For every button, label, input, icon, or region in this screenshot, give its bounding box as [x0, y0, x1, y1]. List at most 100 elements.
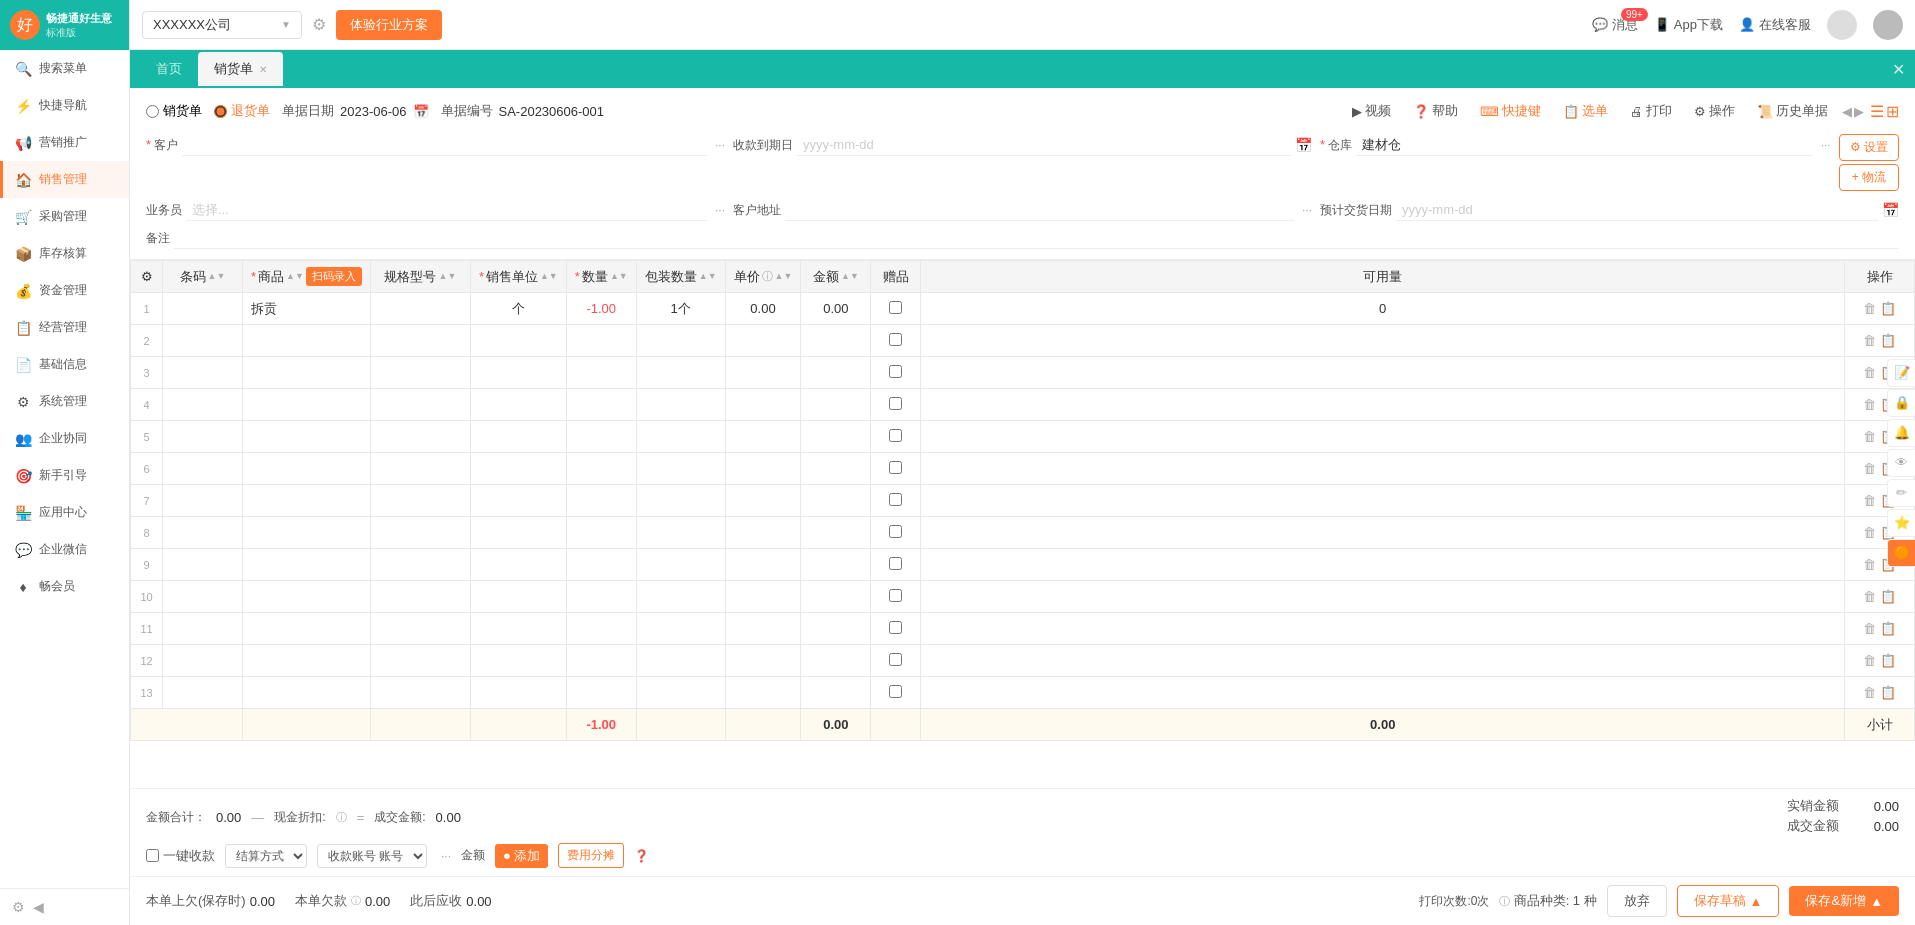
- avatar[interactable]: [1827, 10, 1857, 40]
- online-service-item[interactable]: 👤 在线客服: [1739, 16, 1811, 34]
- radio-sale-input[interactable]: [146, 105, 159, 118]
- cell-qty-8[interactable]: [566, 549, 636, 581]
- cell-barcode-3[interactable]: [163, 389, 243, 421]
- cell-qty-1[interactable]: [566, 325, 636, 357]
- cell-barcode-0[interactable]: [163, 293, 243, 325]
- avatar2[interactable]: [1873, 10, 1903, 40]
- cell-spec-9[interactable]: [370, 581, 470, 613]
- cell-gift-7[interactable]: [871, 517, 921, 549]
- delete-icon-2[interactable]: 🗑: [1863, 365, 1876, 380]
- gift-checkbox-8[interactable]: [889, 557, 902, 570]
- cell-price-1[interactable]: [725, 325, 801, 357]
- cell-price-10[interactable]: [725, 613, 801, 645]
- discount-info-icon[interactable]: ⓘ: [336, 810, 347, 825]
- scan-button[interactable]: 扫码录入: [306, 267, 362, 286]
- gift-checkbox-5[interactable]: [889, 461, 902, 474]
- cell-barcode-10[interactable]: [163, 613, 243, 645]
- delete-icon-7[interactable]: 🗑: [1863, 525, 1876, 540]
- logistics-button[interactable]: + 物流: [1839, 164, 1899, 191]
- cell-qty-0[interactable]: -1.00: [566, 293, 636, 325]
- gift-checkbox-2[interactable]: [889, 365, 902, 378]
- salesperson-input[interactable]: [186, 199, 707, 221]
- cell-gift-1[interactable]: [871, 325, 921, 357]
- list-view-icon[interactable]: ☰: [1870, 102, 1884, 121]
- add-payment-button[interactable]: ● 添加: [495, 844, 548, 868]
- cell-qty-12[interactable]: [566, 677, 636, 709]
- cell-gift-12[interactable]: [871, 677, 921, 709]
- product-type-icon[interactable]: ⓘ: [1499, 895, 1510, 907]
- history-debt-help-icon[interactable]: ⓘ: [351, 894, 361, 908]
- cell-barcode-7[interactable]: [163, 517, 243, 549]
- delete-icon-1[interactable]: 🗑: [1863, 333, 1876, 348]
- cell-spec-6[interactable]: [370, 485, 470, 517]
- sidebar-item-1[interactable]: ⚡快捷导航: [0, 87, 129, 124]
- company-selector[interactable]: XXXXXX公司 ▼: [142, 11, 302, 39]
- cell-gift-3[interactable]: [871, 389, 921, 421]
- warehouse-input[interactable]: [1356, 134, 1812, 156]
- delete-icon-10[interactable]: 🗑: [1863, 621, 1876, 636]
- gift-checkbox-0[interactable]: [889, 301, 902, 314]
- delete-icon-11[interactable]: 🗑: [1863, 653, 1876, 668]
- delivery-date-input[interactable]: [1396, 199, 1878, 221]
- cell-barcode-9[interactable]: [163, 581, 243, 613]
- sidebar-item-5[interactable]: 📦库存核算: [0, 235, 129, 272]
- cell-gift-6[interactable]: [871, 485, 921, 517]
- tab-sale[interactable]: 销货单 ✕: [198, 52, 283, 86]
- address-more-icon[interactable]: ···: [1302, 203, 1312, 217]
- cell-qty-4[interactable]: [566, 421, 636, 453]
- copy-icon-11[interactable]: 📋: [1880, 653, 1896, 668]
- select-btn[interactable]: 📋选单: [1555, 98, 1616, 124]
- cell-spec-1[interactable]: [370, 325, 470, 357]
- cell-barcode-5[interactable]: [163, 453, 243, 485]
- cell-gift-2[interactable]: [871, 357, 921, 389]
- gift-checkbox-10[interactable]: [889, 621, 902, 634]
- sidebar-item-11[interactable]: 🎯新手引导: [0, 457, 129, 494]
- float-btn-2[interactable]: 🔒: [1887, 389, 1915, 417]
- delete-icon-3[interactable]: 🗑: [1863, 397, 1876, 412]
- shortcut-btn[interactable]: ⌨快捷键: [1472, 98, 1549, 124]
- cell-qty-11[interactable]: [566, 645, 636, 677]
- cell-gift-11[interactable]: [871, 645, 921, 677]
- sidebar-item-10[interactable]: 👥企业协同: [0, 420, 129, 457]
- delete-icon-8[interactable]: 🗑: [1863, 557, 1876, 572]
- cell-spec-10[interactable]: [370, 613, 470, 645]
- cell-barcode-12[interactable]: [163, 677, 243, 709]
- cell-spec-11[interactable]: [370, 645, 470, 677]
- save-new-button[interactable]: 保存&新增 ▲: [1789, 886, 1899, 916]
- cell-barcode-6[interactable]: [163, 485, 243, 517]
- topbar-gear-icon[interactable]: ⚙: [312, 15, 326, 34]
- copy-icon-0[interactable]: 📋: [1880, 301, 1896, 316]
- cell-gift-8[interactable]: [871, 549, 921, 581]
- expense-button[interactable]: 费用分摊: [558, 843, 624, 868]
- float-btn-1[interactable]: 📝: [1887, 359, 1915, 387]
- cell-qty-7[interactable]: [566, 517, 636, 549]
- price-info-icon[interactable]: ⓘ: [762, 269, 773, 284]
- cell-qty-5[interactable]: [566, 453, 636, 485]
- sidebar-item-4[interactable]: 🛒采购管理: [0, 198, 129, 235]
- sidebar-item-6[interactable]: 💰资金管理: [0, 272, 129, 309]
- cell-qty-2[interactable]: [566, 357, 636, 389]
- cell-barcode-8[interactable]: [163, 549, 243, 581]
- trial-button[interactable]: 体验行业方案: [336, 10, 442, 40]
- gift-checkbox-12[interactable]: [889, 685, 902, 698]
- address-input[interactable]: [785, 199, 1294, 221]
- cell-barcode-4[interactable]: [163, 421, 243, 453]
- expense-help-icon[interactable]: ❓: [634, 849, 649, 863]
- cell-price-11[interactable]: [725, 645, 801, 677]
- cell-qty-10[interactable]: [566, 613, 636, 645]
- copy-icon-1[interactable]: 📋: [1880, 333, 1896, 348]
- delete-icon-0[interactable]: 🗑: [1863, 301, 1876, 316]
- th-settings[interactable]: ⚙: [131, 261, 163, 293]
- collapse-icon[interactable]: ◀: [33, 899, 44, 915]
- warehouse-more-icon[interactable]: ···: [1821, 138, 1831, 152]
- copy-icon-12[interactable]: 📋: [1880, 685, 1896, 700]
- float-btn-5[interactable]: ✏: [1887, 479, 1915, 507]
- cell-spec-7[interactable]: [370, 517, 470, 549]
- gift-checkbox-9[interactable]: [889, 589, 902, 602]
- cell-price-4[interactable]: [725, 421, 801, 453]
- sidebar-item-8[interactable]: 📄基础信息: [0, 346, 129, 383]
- cell-spec-8[interactable]: [370, 549, 470, 581]
- tab-home[interactable]: 首页: [140, 52, 198, 86]
- print-btn[interactable]: 🖨打印: [1622, 98, 1680, 124]
- grid-view-icon[interactable]: ⊞: [1886, 102, 1899, 121]
